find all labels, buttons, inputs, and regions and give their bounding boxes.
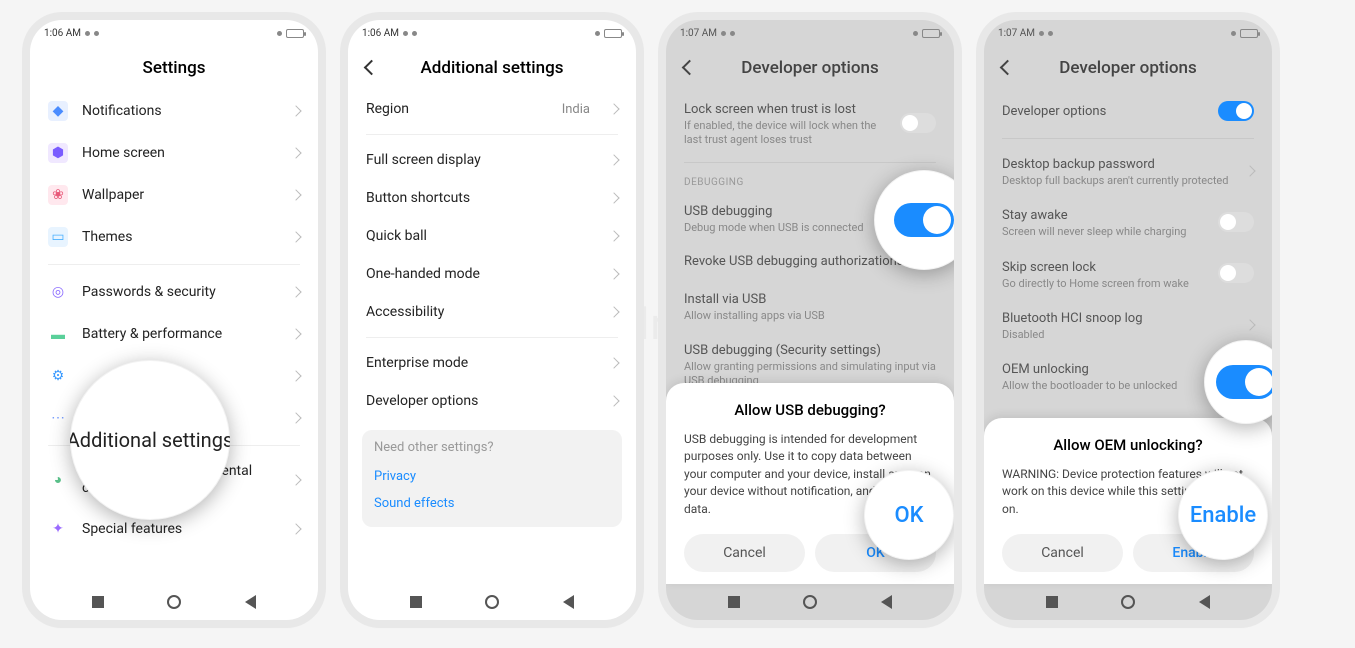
magnifier: Additional settings xyxy=(70,360,230,520)
page-title: Developer options xyxy=(666,46,954,90)
region-row[interactable]: Region India xyxy=(362,90,622,128)
enable-magnified: Enable xyxy=(1190,503,1256,528)
chevron-right-icon xyxy=(608,357,619,368)
chevron-right-icon xyxy=(608,103,619,114)
oem-toggle-on-icon xyxy=(1216,365,1272,399)
nav-home-icon[interactable] xyxy=(803,595,817,609)
magnifier-ok: OK xyxy=(864,470,954,560)
magnifier-text: Additional settings xyxy=(70,428,230,452)
nav-recent-icon[interactable] xyxy=(410,596,422,608)
cancel-button[interactable]: Cancel xyxy=(1002,534,1123,572)
settings-item-home[interactable]: ⬢Home screen xyxy=(44,132,304,174)
item-fullscreen[interactable]: Full screen display xyxy=(362,141,622,179)
chevron-right-icon xyxy=(290,147,301,158)
chevron-right-icon xyxy=(1244,165,1255,176)
chevron-right-icon xyxy=(290,189,301,200)
phone-developer-usb: 1:07 AM Developer options Lock screen wh… xyxy=(666,20,954,620)
chevron-right-icon xyxy=(290,370,301,381)
page-title: Additional settings xyxy=(348,46,636,90)
bt-snoop-row[interactable]: Bluetooth HCI snoop log Disabled xyxy=(998,299,1258,350)
chevron-right-icon xyxy=(290,412,301,423)
nav-bar xyxy=(984,584,1272,620)
status-bar: 1:06 AM xyxy=(30,20,318,46)
back-button[interactable] xyxy=(362,58,382,78)
footer-box: Need other settings? Privacy Sound effec… xyxy=(362,430,622,527)
ok-magnified: OK xyxy=(894,503,923,528)
back-button[interactable] xyxy=(998,58,1018,78)
chevron-right-icon xyxy=(290,474,301,485)
nav-home-icon[interactable] xyxy=(1121,595,1135,609)
phone-additional-settings: 1:06 AM Additional settings Region India… xyxy=(348,20,636,620)
chevron-right-icon xyxy=(608,230,619,241)
toggle-lock-trust[interactable] xyxy=(900,113,936,133)
settings-item-notifications[interactable]: ◆Notifications xyxy=(44,90,304,132)
chevron-right-icon xyxy=(1244,319,1255,330)
link-sound[interactable]: Sound effects xyxy=(374,490,610,517)
chevron-right-icon xyxy=(290,286,301,297)
dev-options-row[interactable]: Developer options xyxy=(998,90,1258,132)
nav-home-icon[interactable] xyxy=(485,595,499,609)
chevron-right-icon xyxy=(290,523,301,534)
item-enterprise[interactable]: Enterprise mode xyxy=(362,344,622,382)
item-onehand[interactable]: One-handed mode xyxy=(362,255,622,293)
back-button[interactable] xyxy=(680,58,700,78)
phone-settings: 1:06 AM Settings ◆Notifications ⬢Home sc… xyxy=(30,20,318,620)
phone-developer-oem: 1:07 AM Developer options Developer opti… xyxy=(984,20,1272,620)
toggle-stay-awake[interactable] xyxy=(1218,212,1254,232)
settings-item-wallpaper[interactable]: ❀Wallpaper xyxy=(44,174,304,216)
chevron-right-icon xyxy=(290,328,301,339)
nav-back-icon[interactable] xyxy=(1199,595,1210,609)
nav-home-icon[interactable] xyxy=(167,595,181,609)
nav-back-icon[interactable] xyxy=(563,595,574,609)
chevron-right-icon xyxy=(608,306,619,317)
item-quickball[interactable]: Quick ball xyxy=(362,217,622,255)
cancel-button[interactable]: Cancel xyxy=(684,534,805,572)
chevron-right-icon xyxy=(290,105,301,116)
settings-item-themes[interactable]: ▭Themes xyxy=(44,216,304,258)
nav-recent-icon[interactable] xyxy=(728,596,740,608)
link-privacy[interactable]: Privacy xyxy=(374,463,610,490)
settings-item-battery[interactable]: ▬Battery & performance xyxy=(44,313,304,355)
nav-bar xyxy=(348,584,636,620)
nav-bar xyxy=(30,584,318,620)
item-accessibility[interactable]: Accessibility xyxy=(362,293,622,331)
dialog-title: Allow USB debugging? xyxy=(684,401,936,419)
page-title: Settings xyxy=(30,46,318,90)
nav-recent-icon[interactable] xyxy=(92,596,104,608)
nav-back-icon[interactable] xyxy=(245,595,256,609)
lock-trust-row[interactable]: Lock screen when trust is lost If enable… xyxy=(680,90,940,156)
item-developer[interactable]: Developer options xyxy=(362,382,622,420)
chevron-right-icon xyxy=(608,268,619,279)
status-bar: 1:06 AM xyxy=(348,20,636,46)
status-bar: 1:07 AM xyxy=(666,20,954,46)
install-usb-row[interactable]: Install via USB Allow installing apps vi… xyxy=(680,280,940,331)
chevron-right-icon xyxy=(608,192,619,203)
skiplock-row[interactable]: Skip screen lock Go directly to Home scr… xyxy=(998,248,1258,299)
chevron-right-icon xyxy=(290,231,301,242)
status-bar: 1:07 AM xyxy=(984,20,1272,46)
nav-recent-icon[interactable] xyxy=(1046,596,1058,608)
toggle-skip-lock[interactable] xyxy=(1218,263,1254,283)
stayawake-row[interactable]: Stay awake Screen will never sleep while… xyxy=(998,196,1258,247)
item-shortcuts[interactable]: Button shortcuts xyxy=(362,179,622,217)
toggle-dev-options[interactable] xyxy=(1218,101,1254,121)
chevron-right-icon xyxy=(608,395,619,406)
usb-debugging-toggle-on-icon xyxy=(894,203,954,237)
dialog-title: Allow OEM unlocking? xyxy=(1002,436,1254,454)
page-title: Developer options xyxy=(984,46,1272,90)
nav-bar xyxy=(666,584,954,620)
settings-item-security[interactable]: ◎Passwords & security xyxy=(44,271,304,313)
nav-back-icon[interactable] xyxy=(881,595,892,609)
magnifier-enable: Enable xyxy=(1178,470,1268,560)
backup-pwd-row[interactable]: Desktop backup password Desktop full bac… xyxy=(998,145,1258,196)
chevron-right-icon xyxy=(608,154,619,165)
